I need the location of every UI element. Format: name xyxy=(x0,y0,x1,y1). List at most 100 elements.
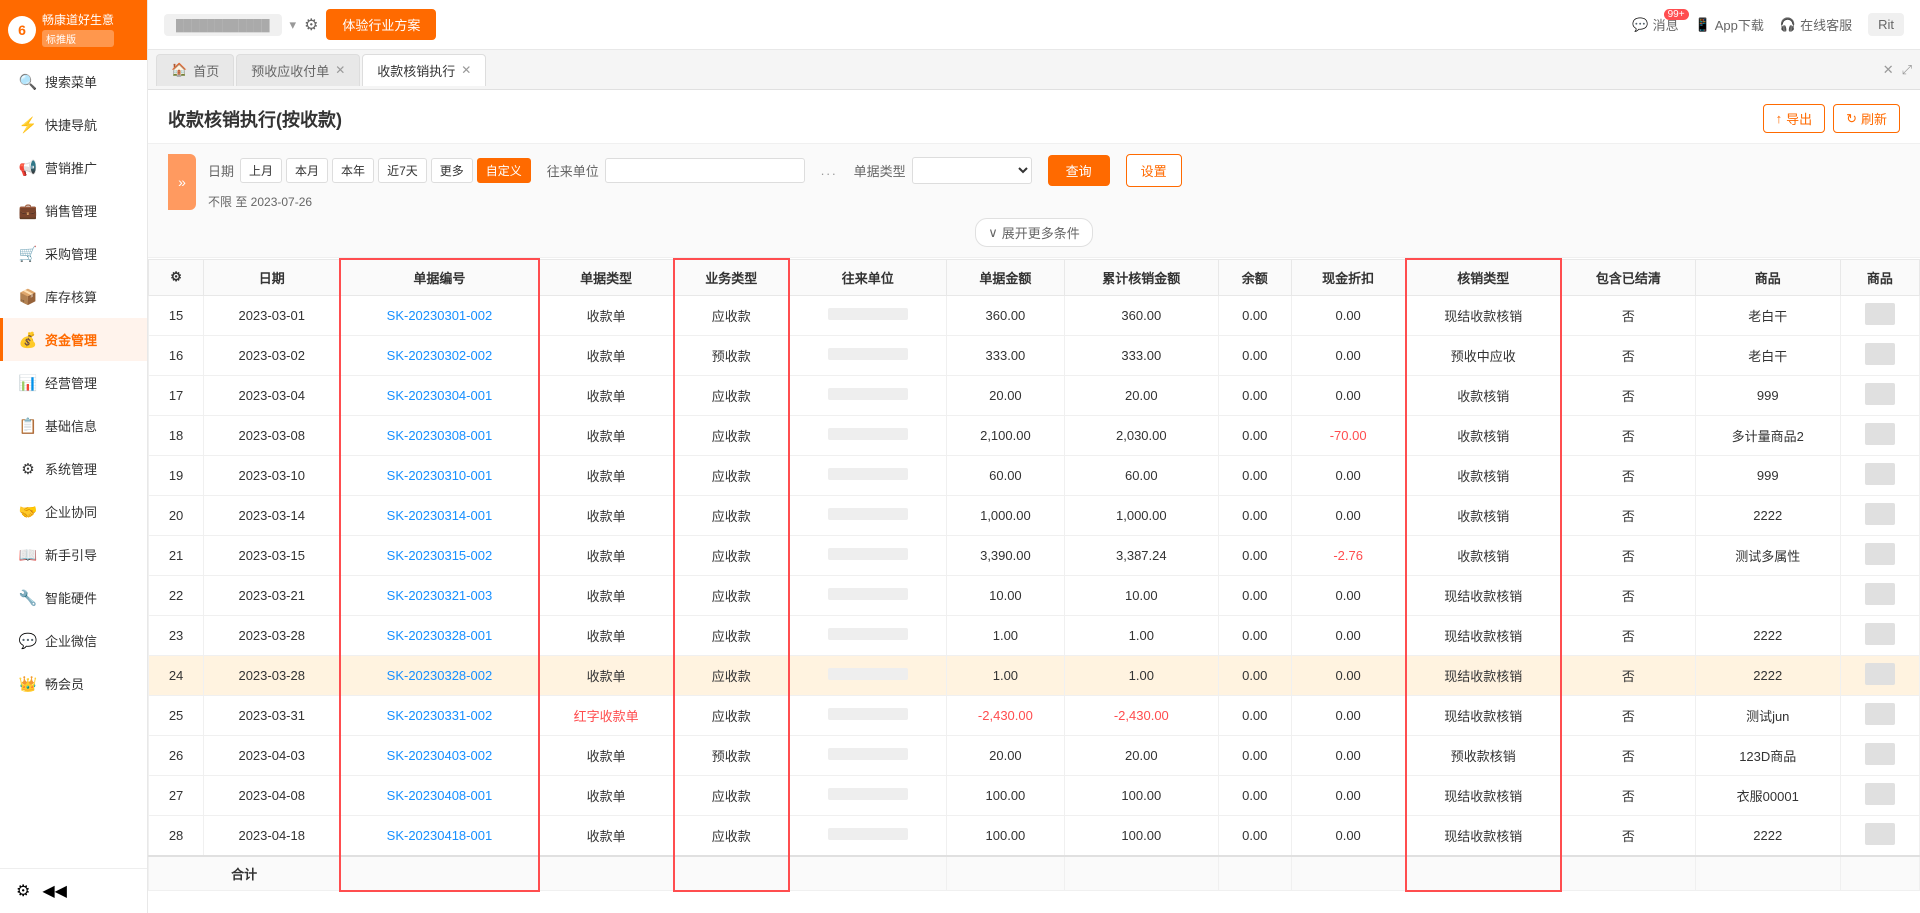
sidebar-item-企业协同[interactable]: 🤝企业协同 xyxy=(0,490,147,533)
doc-number-link[interactable]: SK-20230310-001 xyxy=(387,468,493,483)
sidebar-item-经营管理[interactable]: 📊经营管理 xyxy=(0,361,147,404)
maximize-icon[interactable]: ⤢ xyxy=(1902,62,1912,78)
message-badge[interactable]: 💬 消息 99+ xyxy=(1632,15,1678,34)
tab-write-off[interactable]: 收款核销执行 ✕ xyxy=(362,54,486,86)
cell-doc-type: 收款单 xyxy=(539,296,674,336)
cell-counterpart xyxy=(789,416,947,456)
doc-number-link[interactable]: SK-20230302-002 xyxy=(387,348,493,363)
last-7-days-btn[interactable]: 近7天 xyxy=(378,158,427,183)
sidebar-item-搜索菜单[interactable]: 🔍搜索菜单 xyxy=(0,60,147,103)
col-biz-type-header[interactable]: 业务类型 xyxy=(674,259,789,296)
sidebar-item-快捷导航[interactable]: ⚡快捷导航 xyxy=(0,103,147,146)
cell-doc-type: 收款单 xyxy=(539,576,674,616)
doc-number-link[interactable]: SK-20230321-003 xyxy=(387,588,493,603)
user-avatar[interactable]: Rit xyxy=(1868,13,1904,36)
export-button[interactable]: ↑ 导出 xyxy=(1763,104,1826,133)
tab-home[interactable]: 🏠 首页 xyxy=(156,54,234,86)
collapse-icon[interactable]: ◀◀ xyxy=(42,881,67,901)
cell-product2 xyxy=(1840,576,1919,616)
expand-filter-btn[interactable]: ∨ 展开更多条件 xyxy=(975,218,1093,247)
last-month-btn[interactable]: 上月 xyxy=(240,158,282,183)
cell-biz-type: 应收款 xyxy=(674,296,789,336)
sidebar-item-畅会员[interactable]: 👑畅会员 xyxy=(0,662,147,705)
cell-product2 xyxy=(1840,776,1919,816)
settings-button[interactable]: 设置 xyxy=(1126,154,1182,187)
this-month-btn[interactable]: 本月 xyxy=(286,158,328,183)
settings-bottom-icon[interactable]: ⚙ xyxy=(16,881,30,901)
col-doc-number-header[interactable]: 单据编号 xyxy=(340,259,538,296)
close-all-icon[interactable]: ✕ xyxy=(1883,62,1894,78)
cell-no: 25 xyxy=(149,696,204,736)
sidebar-item-系统管理[interactable]: ⚙系统管理 xyxy=(0,447,147,490)
filter-sidebar-toggle[interactable]: » xyxy=(168,154,196,210)
sidebar-item-采购管理[interactable]: 🛒采购管理 xyxy=(0,232,147,275)
cell-product: 测试多属性 xyxy=(1695,536,1840,576)
doc-number-link[interactable]: SK-20230304-001 xyxy=(387,388,493,403)
doc-number-link[interactable]: SK-20230301-002 xyxy=(387,308,493,323)
sidebar-item-库存核算[interactable]: 📦库存核算 xyxy=(0,275,147,318)
cell-doc-number: SK-20230321-003 xyxy=(340,576,538,616)
more-btn[interactable]: 更多 xyxy=(431,158,473,183)
sidebar-icon-10: 🤝 xyxy=(19,503,37,521)
breadcrumb-dropdown-icon[interactable]: ▾ xyxy=(290,17,297,33)
sidebar-item-资金管理[interactable]: 💰资金管理 xyxy=(0,318,147,361)
col-date-header[interactable]: 日期 xyxy=(204,259,341,296)
col-balance-header[interactable]: 余额 xyxy=(1218,259,1291,296)
cell-amount: 1.00 xyxy=(946,656,1064,696)
phone-icon: 📱 xyxy=(1695,17,1711,33)
sidebar-item-营销推广[interactable]: 📢营销推广 xyxy=(0,146,147,189)
col-include-settled-header[interactable]: 包含已结清 xyxy=(1561,259,1695,296)
tab-receivable[interactable]: 预收应收付单 ✕ xyxy=(236,54,360,86)
cell-no: 27 xyxy=(149,776,204,816)
sidebar-item-销售管理[interactable]: 💼销售管理 xyxy=(0,189,147,232)
col-discount-header[interactable]: 现金折扣 xyxy=(1291,259,1405,296)
topbar-gear-icon[interactable]: ⚙ xyxy=(304,15,318,35)
cell-doc-number: SK-20230304-001 xyxy=(340,376,538,416)
doc-number-link[interactable]: SK-20230403-002 xyxy=(387,748,493,763)
refresh-button[interactable]: ↻ 刷新 xyxy=(1833,104,1900,133)
col-doc-type-header[interactable]: 单据类型 xyxy=(539,259,674,296)
doc-number-link[interactable]: SK-20230408-001 xyxy=(387,788,493,803)
solution-button[interactable]: 体验行业方案 xyxy=(326,9,436,40)
doc-type-select[interactable] xyxy=(912,157,1032,184)
col-product2-header[interactable]: 商品 xyxy=(1840,259,1919,296)
cell-balance: 0.00 xyxy=(1218,616,1291,656)
sidebar-item-新手引导[interactable]: 📖新手引导 xyxy=(0,533,147,576)
doc-number-link[interactable]: SK-20230331-002 xyxy=(387,708,493,723)
custom-date-btn[interactable]: 自定义 xyxy=(477,158,531,183)
counterpart-input[interactable] xyxy=(605,158,805,183)
col-amount-header[interactable]: 单据金额 xyxy=(946,259,1064,296)
col-core-type-header[interactable]: 核销类型 xyxy=(1406,259,1561,296)
cell-core-type: 收款核销 xyxy=(1406,376,1561,416)
this-year-btn[interactable]: 本年 xyxy=(332,158,374,183)
cell-biz-type: 应收款 xyxy=(674,416,789,456)
col-product-header[interactable]: 商品 xyxy=(1695,259,1840,296)
app-download-btn[interactable]: 📱 App下载 xyxy=(1695,15,1764,34)
cell-balance: 0.00 xyxy=(1218,776,1291,816)
cell-amount: -2,430.00 xyxy=(946,696,1064,736)
doc-number-link[interactable]: SK-20230314-001 xyxy=(387,508,493,523)
sidebar: 6 畅康道好生意 标推版 🔍搜索菜单⚡快捷导航📢营销推广💼销售管理🛒采购管理📦库… xyxy=(0,0,148,913)
col-cumulative-header[interactable]: 累计核销金额 xyxy=(1064,259,1218,296)
footer-product xyxy=(1695,856,1840,891)
col-counterpart-header[interactable]: 往来单位 xyxy=(789,259,947,296)
doc-number-link[interactable]: SK-20230315-002 xyxy=(387,548,493,563)
tab-write-off-close[interactable]: ✕ xyxy=(461,63,471,77)
cell-balance: 0.00 xyxy=(1218,696,1291,736)
online-service-btn[interactable]: 🎧 在线客服 xyxy=(1780,15,1852,34)
filter-expand-row: ∨ 展开更多条件 xyxy=(168,218,1900,247)
cell-biz-type: 预收款 xyxy=(674,336,789,376)
sidebar-item-智能硬件[interactable]: 🔧智能硬件 xyxy=(0,576,147,619)
query-button[interactable]: 查询 xyxy=(1048,155,1110,186)
doc-number-link[interactable]: SK-20230328-002 xyxy=(387,668,493,683)
sidebar-item-基础信息[interactable]: 📋基础信息 xyxy=(0,404,147,447)
cell-core-type: 收款核销 xyxy=(1406,496,1561,536)
cell-core-type: 现结收款核销 xyxy=(1406,816,1561,857)
doc-number-link[interactable]: SK-20230418-001 xyxy=(387,828,493,843)
col-settings-header[interactable]: ⚙ xyxy=(149,259,204,296)
tab-receivable-close[interactable]: ✕ xyxy=(335,63,345,77)
sidebar-item-企业微信[interactable]: 💬企业微信 xyxy=(0,619,147,662)
doc-number-link[interactable]: SK-20230308-001 xyxy=(387,428,493,443)
cell-balance: 0.00 xyxy=(1218,336,1291,376)
doc-number-link[interactable]: SK-20230328-001 xyxy=(387,628,493,643)
